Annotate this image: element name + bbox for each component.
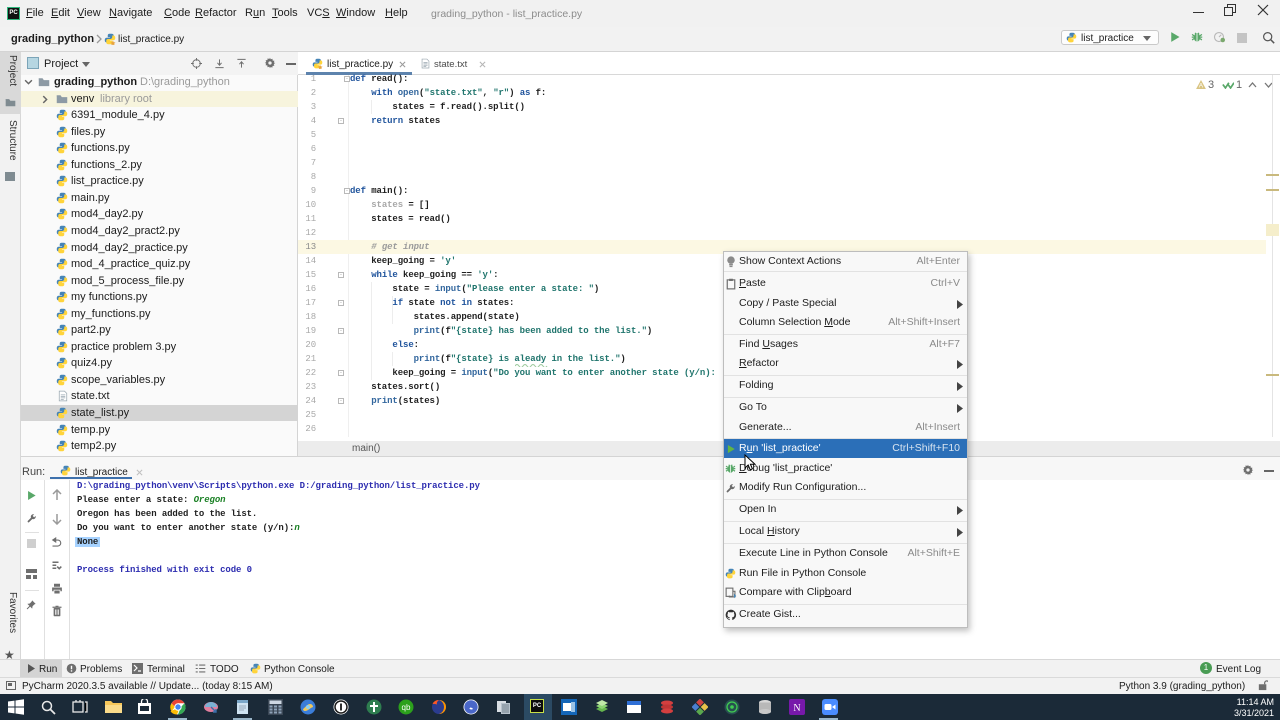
svg-text:N: N (793, 703, 800, 714)
svg-text:qb: qb (402, 703, 411, 712)
svg-text:A: A (1199, 82, 1204, 89)
